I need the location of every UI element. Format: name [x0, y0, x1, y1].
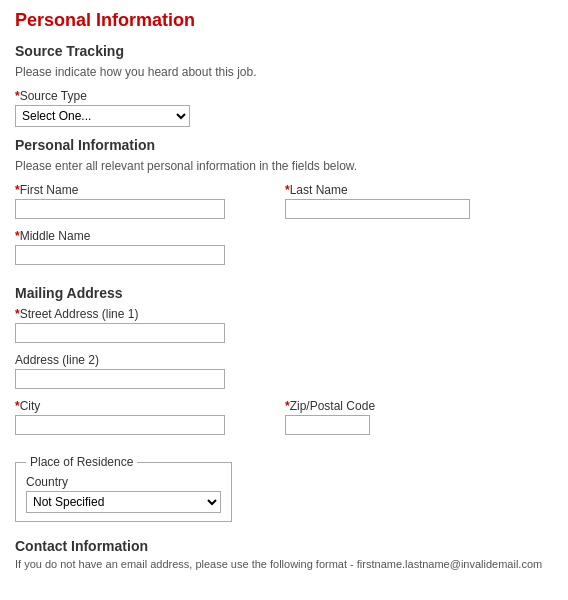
last-name-col: *Last Name: [285, 183, 470, 219]
personal-info-description: Please enter all relevant personal infor…: [15, 159, 553, 173]
last-name-input[interactable]: [285, 199, 470, 219]
personal-info-section: Personal Information Please enter all re…: [15, 137, 553, 265]
first-name-label: *First Name: [15, 183, 225, 197]
personal-info-title: Personal Information: [15, 137, 553, 153]
middle-name-label: *Middle Name: [15, 229, 553, 243]
zip-label: *Zip/Postal Code: [285, 399, 375, 413]
street-address-group: *Street Address (line 1): [15, 307, 553, 343]
city-input[interactable]: [15, 415, 225, 435]
city-col: *City: [15, 399, 225, 435]
source-tracking-section: Source Tracking Please indicate how you …: [15, 43, 553, 127]
place-of-residence-legend: Place of Residence: [26, 455, 137, 469]
mailing-address-section: Mailing Address *Street Address (line 1)…: [15, 285, 553, 435]
first-name-col: *First Name: [15, 183, 225, 219]
page-title: Personal Information: [15, 10, 553, 31]
contact-info-section: Contact Information If you do not have a…: [15, 538, 553, 570]
place-of-residence-fieldset: Place of Residence Country Not Specified…: [15, 455, 232, 522]
source-tracking-description: Please indicate how you heard about this…: [15, 65, 553, 79]
name-row: *First Name *Last Name: [15, 183, 553, 219]
source-type-label: *Source Type: [15, 89, 553, 103]
contact-info-title: Contact Information: [15, 538, 553, 554]
first-name-input[interactable]: [15, 199, 225, 219]
source-tracking-title: Source Tracking: [15, 43, 553, 59]
street-address-input[interactable]: [15, 323, 225, 343]
address2-input[interactable]: [15, 369, 225, 389]
source-type-select[interactable]: Select One...InternetNewspaperEmployee R…: [15, 105, 190, 127]
contact-info-note: If you do not have an email address, ple…: [15, 558, 553, 570]
address2-group: Address (line 2): [15, 353, 553, 389]
source-type-group: *Source Type Select One...InternetNewspa…: [15, 89, 553, 127]
middle-name-input[interactable]: [15, 245, 225, 265]
country-select[interactable]: Not SpecifiedUnited StatesCanadaOther: [26, 491, 221, 513]
mailing-address-title: Mailing Address: [15, 285, 553, 301]
country-label: Country: [26, 475, 221, 489]
middle-name-group: *Middle Name: [15, 229, 553, 265]
address2-label: Address (line 2): [15, 353, 553, 367]
city-zip-row: *City *Zip/Postal Code: [15, 399, 553, 435]
street-address-label: *Street Address (line 1): [15, 307, 553, 321]
zip-col: *Zip/Postal Code: [285, 399, 375, 435]
zip-input[interactable]: [285, 415, 370, 435]
last-name-label: *Last Name: [285, 183, 470, 197]
city-label: *City: [15, 399, 225, 413]
